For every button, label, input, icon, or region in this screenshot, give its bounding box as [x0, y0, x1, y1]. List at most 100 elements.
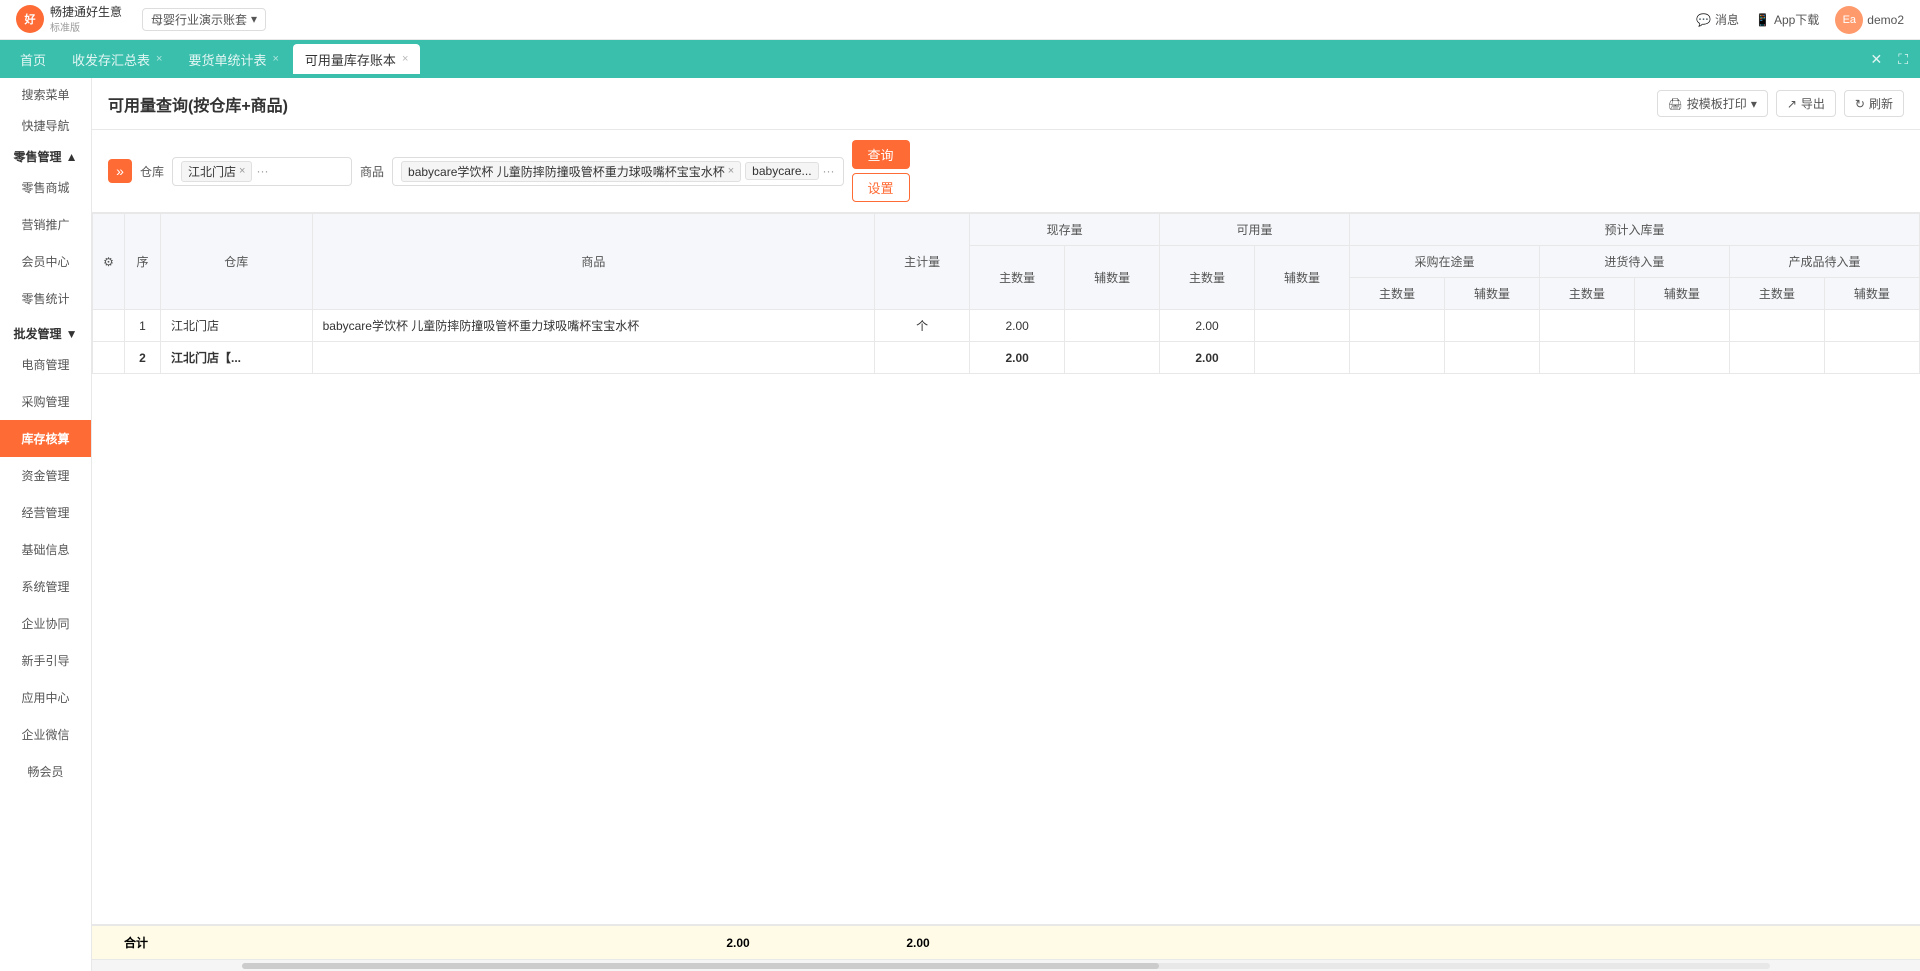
export-label: 导出	[1801, 95, 1825, 112]
row2-purchase-main	[1350, 342, 1445, 374]
col-current-main: 主数量	[970, 246, 1065, 310]
tab-receipts[interactable]: 收发存汇总表 ×	[60, 44, 174, 74]
col-current-aux: 辅数量	[1065, 246, 1160, 310]
row2-production-main	[1729, 342, 1824, 374]
col-production-header: 产成品待入量	[1729, 246, 1919, 278]
filter-toggle-btn[interactable]: »	[108, 159, 132, 183]
col-purchase-header: 采购在途量	[1350, 246, 1540, 278]
row1-unit: 个	[875, 310, 970, 342]
row2-incoming-main	[1539, 342, 1634, 374]
sidebar-label-wechat: 企业微信	[21, 726, 69, 743]
tab-orders-label: 要货单统计表	[188, 50, 266, 69]
col-warehouse-header: 仓库	[161, 214, 313, 310]
sidebar-item-inventory[interactable]: 库存核算	[0, 420, 91, 457]
content-area: 可用量查询(按仓库+商品) 🖨 按模板打印 ▾ ↗ 导出 ↻ 刷新 »	[92, 78, 1920, 971]
scrollbar-track[interactable]	[242, 963, 1770, 969]
sidebar-item-basic-info[interactable]: 基础信息	[0, 531, 91, 568]
warehouse-tag-remove[interactable]: ×	[239, 165, 245, 177]
sidebar-item-operations[interactable]: 经营管理	[0, 494, 91, 531]
app-download-btn[interactable]: 📱 App下载	[1755, 11, 1819, 28]
scrollbar-hint	[92, 959, 1920, 971]
sidebar-item-marketing[interactable]: 营销推广	[0, 206, 91, 243]
warehouse-ellipsis[interactable]: ···	[256, 164, 268, 178]
row1-production-aux	[1824, 310, 1919, 342]
sidebar-label-wholesale-mgmt: 批发管理	[14, 325, 62, 342]
row1-current-main: 2.00	[970, 310, 1065, 342]
sidebar-label-inventory: 库存核算	[21, 430, 69, 447]
chevron-icon-2: ▼	[66, 327, 78, 341]
username: demo2	[1867, 13, 1904, 27]
sidebar-nav-quicknav[interactable]: 快捷导航	[0, 111, 91, 140]
refresh-label: 刷新	[1869, 95, 1893, 112]
sidebar-label-purchase: 采购管理	[21, 393, 69, 410]
sidebar-item-member2[interactable]: 畅会员	[0, 753, 91, 790]
sidebar-item-system[interactable]: 系统管理	[0, 568, 91, 605]
sidebar-item-app-center[interactable]: 应用中心	[0, 679, 91, 716]
tab-close-all-icon[interactable]: ✕	[1866, 47, 1886, 72]
logo-area: 好 畅捷通好生意 标准版	[16, 5, 122, 34]
sidebar-label-system: 系统管理	[21, 578, 69, 595]
sidebar-label-basic-info: 基础信息	[21, 541, 69, 558]
user-area[interactable]: Ea demo2	[1835, 6, 1904, 34]
sidebar-item-enterprise[interactable]: 企业协同	[0, 605, 91, 642]
tab-orders-close[interactable]: ×	[272, 53, 278, 65]
settings-icon: ⚙	[103, 255, 114, 269]
tab-home[interactable]: 首页	[8, 44, 58, 74]
sidebar-label-retail-stats: 零售统计	[21, 290, 69, 307]
refresh-icon: ↻	[1855, 97, 1865, 111]
sidebar-item-purchase[interactable]: 采购管理	[0, 383, 91, 420]
sidebar-search[interactable]: 搜索菜单	[0, 78, 91, 111]
tab-orders[interactable]: 要货单统计表 ×	[176, 44, 290, 74]
product-tag-2-text: babycare...	[752, 164, 811, 178]
col-production-main: 主数量	[1729, 278, 1824, 310]
sidebar-item-member[interactable]: 会员中心	[0, 243, 91, 280]
sidebar-item-retail-mgmt[interactable]: 零售管理 ▲	[0, 140, 91, 169]
sidebar-label-finance: 资金管理	[21, 467, 69, 484]
product-input[interactable]: babycare学饮杯 儿童防摔防撞吸管杯重力球吸嘴杯宝宝水杯 × babyca…	[392, 157, 844, 186]
tab-receipts-close[interactable]: ×	[156, 53, 162, 65]
col-production-aux: 辅数量	[1824, 278, 1919, 310]
logo-text: 畅捷通好生意	[50, 5, 122, 19]
data-table: ⚙ 序 仓库 商品 主计量 现存量 可用量 预计入库量 主数量 辅数量 主数量	[92, 213, 1920, 374]
print-btn[interactable]: 🖨 按模板打印 ▾	[1657, 90, 1768, 117]
sidebar-item-retail-stats[interactable]: 零售统计	[0, 280, 91, 317]
chevron-down-print: ▾	[1751, 97, 1757, 111]
print-icon: 🖨	[1668, 97, 1683, 111]
refresh-btn[interactable]: ↻ 刷新	[1844, 90, 1904, 117]
row2-no: 2	[125, 342, 161, 374]
app-icon: 📱	[1755, 13, 1770, 27]
sidebar-item-wechat[interactable]: 企业微信	[0, 716, 91, 753]
sidebar-item-finance[interactable]: 资金管理	[0, 457, 91, 494]
col-available-main: 主数量	[1160, 246, 1255, 310]
footer-available-main: 2.00	[868, 936, 968, 950]
logo-icon: 好	[16, 5, 44, 33]
row1-no: 1	[125, 310, 161, 342]
sidebar-label-operations: 经营管理	[21, 504, 69, 521]
table-footer: 合计 2.00 2.00	[92, 924, 1920, 959]
export-btn[interactable]: ↗ 导出	[1776, 90, 1836, 117]
chevron-icon: ▲	[66, 150, 78, 164]
sidebar-item-newbie[interactable]: 新手引导	[0, 642, 91, 679]
row1-product: babycare学饮杯 儿童防摔防撞吸管杯重力球吸嘴杯宝宝水杯	[312, 310, 875, 342]
product-tag-2: babycare...	[745, 162, 818, 180]
scrollbar-thumb	[242, 963, 1159, 969]
sidebar-item-ecommerce[interactable]: 电商管理	[0, 346, 91, 383]
col-settings-header[interactable]: ⚙	[93, 214, 125, 310]
tab-fullscreen-icon[interactable]: ⛶	[1894, 47, 1912, 72]
query-button[interactable]: 查询	[852, 140, 910, 169]
row1-settings	[93, 310, 125, 342]
settings-button[interactable]: 设置	[852, 173, 910, 202]
row2-warehouse: 江北门店【...	[161, 342, 313, 374]
warehouse-input[interactable]: 江北门店 × ···	[172, 157, 352, 186]
sidebar-item-wholesale-mgmt[interactable]: 批发管理 ▼	[0, 317, 91, 346]
tab-inventory[interactable]: 可用量库存账本 ×	[293, 44, 420, 74]
industry-selector[interactable]: 母婴行业演示账套 ▾	[142, 8, 266, 31]
product-ellipsis[interactable]: ···	[823, 164, 835, 178]
filter-bar: » 仓库 江北门店 × ··· 商品 babycare学饮杯 儿童防摔防撞吸管杯…	[92, 130, 1920, 213]
tab-inventory-close[interactable]: ×	[402, 53, 408, 65]
product-tag-1-remove[interactable]: ×	[728, 165, 734, 177]
logo-text-block: 畅捷通好生意 标准版	[50, 5, 122, 34]
sidebar-label-member2: 畅会员	[27, 763, 63, 780]
message-btn[interactable]: 💬 消息	[1696, 11, 1739, 28]
sidebar-item-retail-store[interactable]: 零售商城	[0, 169, 91, 206]
